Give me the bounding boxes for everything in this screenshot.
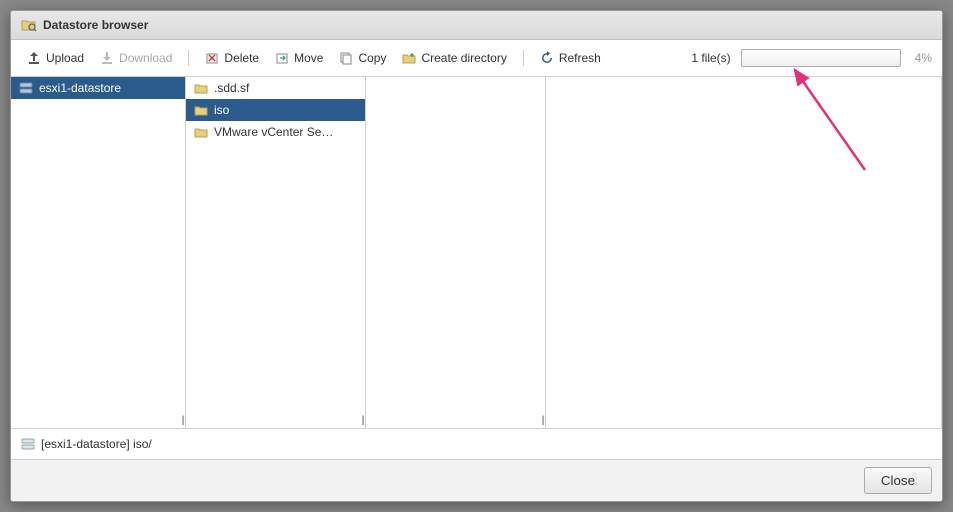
browser-columns: esxi1-datastore ||| .sdd.sf iso VMware v… [11, 77, 942, 429]
download-button: Download [94, 48, 178, 68]
datastore-label: esxi1-datastore [39, 81, 121, 95]
titlebar: Datastore browser [11, 11, 942, 40]
datastore-icon [21, 438, 35, 450]
upload-icon [27, 51, 41, 65]
refresh-label: Refresh [559, 51, 601, 65]
delete-label: Delete [224, 51, 259, 65]
column-resize-handle[interactable]: ||| [541, 415, 543, 426]
upload-percent: 4% [915, 51, 932, 65]
upload-label: Upload [46, 51, 84, 65]
move-icon [275, 51, 289, 65]
copy-label: Copy [358, 51, 386, 65]
column-preview [546, 77, 942, 428]
separator [188, 50, 189, 66]
copy-button[interactable]: Copy [333, 48, 392, 68]
separator [523, 50, 524, 66]
folder-item[interactable]: VMware vCenter Se… [186, 121, 365, 143]
datastore-browser-dialog: Datastore browser Upload Download Delete… [10, 10, 943, 502]
download-label: Download [119, 51, 172, 65]
move-button[interactable]: Move [269, 48, 329, 68]
download-icon [100, 51, 114, 65]
folder-label: .sdd.sf [214, 81, 249, 95]
create-directory-label: Create directory [421, 51, 506, 65]
column-resize-handle[interactable]: ||| [361, 415, 363, 426]
delete-icon [205, 51, 219, 65]
create-directory-button[interactable]: Create directory [396, 48, 512, 68]
footer: Close [11, 459, 942, 501]
refresh-button[interactable]: Refresh [534, 48, 607, 68]
folder-label: iso [214, 103, 229, 117]
refresh-icon [540, 51, 554, 65]
folder-label: VMware vCenter Se… [214, 125, 333, 139]
search-folder-icon [21, 17, 37, 33]
copy-icon [339, 51, 353, 65]
column-files: ||| [366, 77, 546, 428]
datastore-item[interactable]: esxi1-datastore [11, 77, 185, 99]
upload-progress [741, 49, 901, 67]
datastore-icon [19, 82, 33, 94]
dialog-title: Datastore browser [43, 18, 148, 32]
move-label: Move [294, 51, 323, 65]
upload-button[interactable]: Upload [21, 48, 90, 68]
column-resize-handle[interactable]: ||| [181, 415, 183, 426]
folder-item[interactable]: .sdd.sf [186, 77, 365, 99]
file-count: 1 file(s) [691, 51, 730, 65]
close-button[interactable]: Close [864, 467, 932, 494]
folder-icon [194, 126, 208, 138]
folder-icon [194, 104, 208, 116]
path-text: [esxi1-datastore] iso/ [41, 437, 152, 451]
statusbar: [esxi1-datastore] iso/ [11, 429, 942, 459]
column-folders: .sdd.sf iso VMware vCenter Se… ||| [186, 77, 366, 428]
toolbar: Upload Download Delete Move Copy Create … [11, 40, 942, 77]
folder-item[interactable]: iso [186, 99, 365, 121]
delete-button[interactable]: Delete [199, 48, 265, 68]
folder-plus-icon [402, 51, 416, 65]
column-datastores: esxi1-datastore ||| [11, 77, 186, 428]
folder-icon [194, 82, 208, 94]
